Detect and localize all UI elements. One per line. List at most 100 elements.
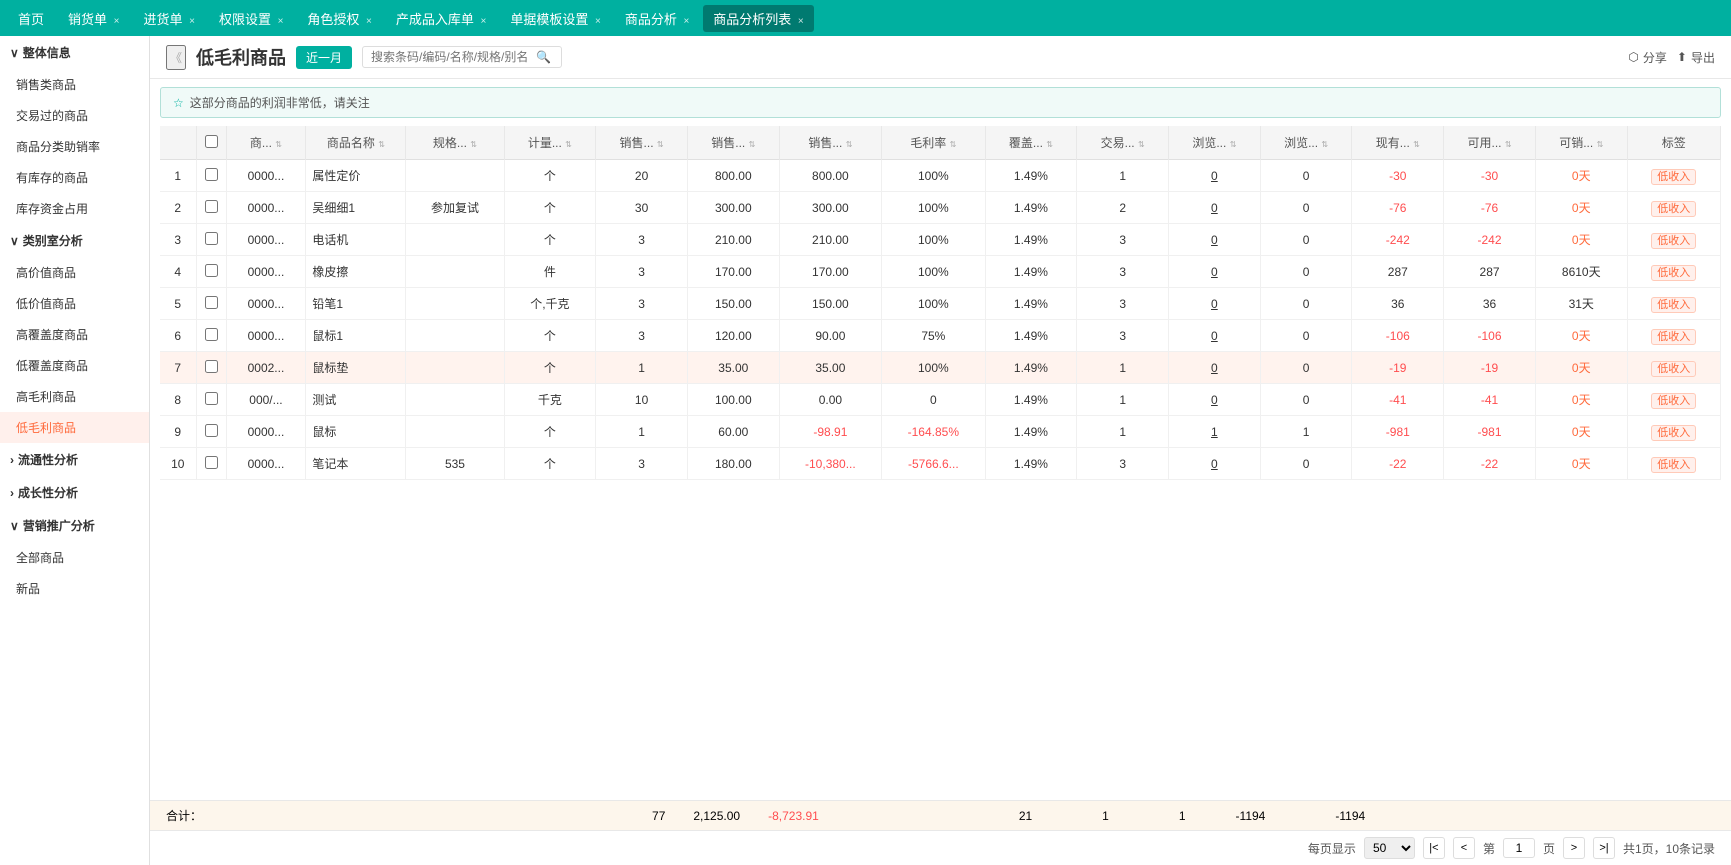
cell-checkbox[interactable] (196, 192, 226, 224)
browse1-link[interactable]: 1 (1211, 425, 1218, 439)
cell-browse1[interactable]: 1 (1169, 416, 1261, 448)
sidebar-item-in-stock[interactable]: 有库存的商品 (0, 162, 149, 193)
row-checkbox[interactable] (205, 328, 218, 341)
export-button[interactable]: ⬆ 导出 (1677, 49, 1715, 66)
th-coverage[interactable]: 覆盖... ⇅ (985, 126, 1077, 160)
browse1-link[interactable]: 0 (1211, 169, 1218, 183)
th-spec[interactable]: 规格... ⇅ (406, 126, 504, 160)
browse1-link[interactable]: 0 (1211, 297, 1218, 311)
nav-sales-order[interactable]: 销货单 × (58, 5, 129, 32)
cell-checkbox[interactable] (196, 448, 226, 480)
th-unit[interactable]: 计量... ⇅ (504, 126, 596, 160)
cell-browse1[interactable]: 0 (1169, 352, 1261, 384)
sidebar-group-growth[interactable]: › 成长性分析 (0, 476, 149, 509)
nav-purchase-order[interactable]: 进货单 × (133, 5, 204, 32)
browse1-link[interactable]: 0 (1211, 393, 1218, 407)
search-input[interactable] (371, 50, 531, 64)
row-checkbox[interactable] (205, 456, 218, 469)
sidebar-item-sales-products[interactable]: 销售类商品 (0, 69, 149, 100)
nav-close-analysis[interactable]: × (683, 16, 689, 27)
nav-template-settings[interactable]: 单据模板设置 × (500, 5, 610, 32)
sidebar-group-marketing[interactable]: ∨ 营销推广分析 (0, 509, 149, 542)
first-page-button[interactable]: |< (1423, 837, 1445, 859)
sidebar-item-new-products[interactable]: 新品 (0, 573, 149, 604)
search-box[interactable]: 🔍 (362, 46, 562, 68)
cell-browse1[interactable]: 0 (1169, 160, 1261, 192)
row-checkbox[interactable] (205, 232, 218, 245)
page-number-input[interactable] (1503, 838, 1535, 858)
cell-checkbox[interactable] (196, 352, 226, 384)
th-trade[interactable]: 交易... ⇅ (1077, 126, 1169, 160)
browse1-link[interactable]: 0 (1211, 233, 1218, 247)
th-price[interactable]: 销售... ⇅ (687, 126, 779, 160)
sidebar-group-overall[interactable]: ∨ 整体信息 (0, 36, 149, 69)
nav-close-purchase[interactable]: × (189, 16, 195, 27)
sidebar-item-low-value[interactable]: 低价值商品 (0, 288, 149, 319)
cell-browse1[interactable]: 0 (1169, 256, 1261, 288)
share-button[interactable]: ⬡ 分享 (1628, 49, 1667, 66)
sidebar-item-capital[interactable]: 库存资金占用 (0, 193, 149, 224)
row-checkbox[interactable] (205, 424, 218, 437)
sidebar-item-high-coverage[interactable]: 高覆盖度商品 (0, 319, 149, 350)
sidebar-item-all-products[interactable]: 全部商品 (0, 542, 149, 573)
th-name[interactable]: 商品名称 ⇅ (306, 126, 406, 160)
cell-checkbox[interactable] (196, 416, 226, 448)
sidebar-item-category-rate[interactable]: 商品分类助销率 (0, 131, 149, 162)
nav-close-template[interactable]: × (595, 16, 601, 27)
search-icon[interactable]: 🔍 (536, 50, 551, 64)
browse1-link[interactable]: 0 (1211, 457, 1218, 471)
per-page-select[interactable]: 50 100 200 (1364, 837, 1415, 859)
time-filter-button[interactable]: 近一月 (296, 46, 352, 69)
sidebar-item-high-margin[interactable]: 高毛利商品 (0, 381, 149, 412)
nav-permissions[interactable]: 权限设置 × (209, 5, 293, 32)
browse1-link[interactable]: 0 (1211, 329, 1218, 343)
row-checkbox[interactable] (205, 296, 218, 309)
row-checkbox[interactable] (205, 264, 218, 277)
th-code[interactable]: 商... ⇅ (226, 126, 306, 160)
cell-browse1[interactable]: 0 (1169, 448, 1261, 480)
th-amount[interactable]: 销售... ⇅ (779, 126, 881, 160)
browse1-link[interactable]: 0 (1211, 361, 1218, 375)
nav-close-role[interactable]: × (366, 16, 372, 27)
cell-checkbox[interactable] (196, 256, 226, 288)
sidebar-item-low-coverage[interactable]: 低覆盖度商品 (0, 350, 149, 381)
sidebar-group-category[interactable]: ∨ 类别室分析 (0, 224, 149, 257)
cell-checkbox[interactable] (196, 384, 226, 416)
th-browse2[interactable]: 浏览... ⇅ (1260, 126, 1352, 160)
select-all-checkbox[interactable] (205, 135, 218, 148)
th-checkbox[interactable] (196, 126, 226, 160)
row-checkbox[interactable] (205, 168, 218, 181)
nav-product-analysis[interactable]: 商品分析 × (615, 5, 699, 32)
browse1-link[interactable]: 0 (1211, 265, 1218, 279)
sidebar-collapse-button[interactable]: 《 (166, 45, 186, 70)
th-qty[interactable]: 销售... ⇅ (596, 126, 688, 160)
cell-checkbox[interactable] (196, 224, 226, 256)
row-checkbox[interactable] (205, 200, 218, 213)
th-browse1[interactable]: 浏览... ⇅ (1169, 126, 1261, 160)
cell-browse1[interactable]: 0 (1169, 320, 1261, 352)
last-page-button[interactable]: >| (1593, 837, 1615, 859)
sidebar-group-circulation[interactable]: › 流通性分析 (0, 443, 149, 476)
th-usable[interactable]: 可用... ⇅ (1444, 126, 1536, 160)
th-gross-rate[interactable]: 毛利率 ⇅ (882, 126, 986, 160)
nav-home[interactable]: 首页 (8, 5, 54, 32)
nav-close-permissions[interactable]: × (278, 16, 284, 27)
cell-checkbox[interactable] (196, 160, 226, 192)
next-page-button[interactable]: > (1563, 837, 1585, 859)
nav-close-sales[interactable]: × (114, 16, 120, 27)
nav-role-auth[interactable]: 角色授权 × (297, 5, 381, 32)
nav-analysis-list[interactable]: 商品分析列表 × (703, 5, 813, 32)
sidebar-item-low-margin[interactable]: 低毛利商品 (0, 412, 149, 443)
nav-close-product[interactable]: × (481, 16, 487, 27)
cell-checkbox[interactable] (196, 320, 226, 352)
nav-close-list[interactable]: × (798, 16, 804, 27)
th-stock[interactable]: 现有... ⇅ (1352, 126, 1444, 160)
row-checkbox[interactable] (205, 392, 218, 405)
sidebar-item-high-value[interactable]: 高价值商品 (0, 257, 149, 288)
row-checkbox[interactable] (205, 360, 218, 373)
th-sellable[interactable]: 可销... ⇅ (1535, 126, 1627, 160)
prev-page-button[interactable]: < (1453, 837, 1475, 859)
sidebar-item-traded-products[interactable]: 交易过的商品 (0, 100, 149, 131)
cell-browse1[interactable]: 0 (1169, 192, 1261, 224)
cell-browse1[interactable]: 0 (1169, 224, 1261, 256)
